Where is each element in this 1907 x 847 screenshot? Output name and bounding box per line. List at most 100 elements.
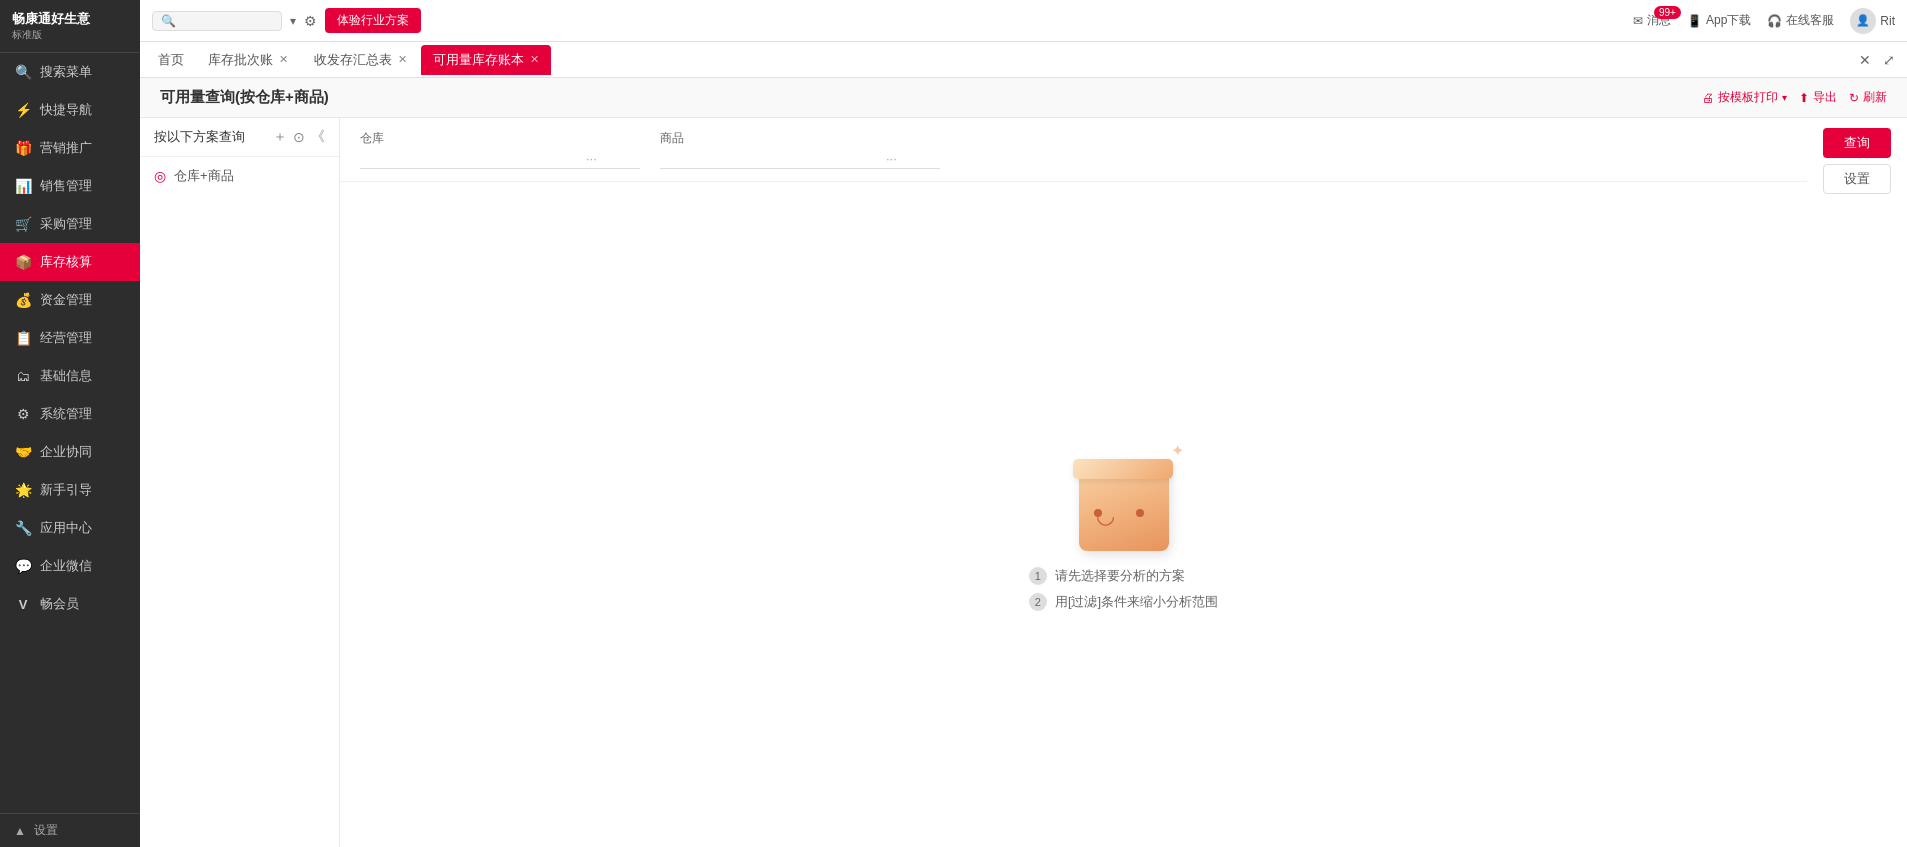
filter-item-warehouse-goods[interactable]: ◎ 仓库+商品	[140, 157, 339, 195]
search-icon: 🔍	[14, 64, 32, 80]
page-header: 可用量查询(按仓库+商品) 🖨 按模板打印 ▾ ⬆ 导出 ↻ 刷新	[140, 78, 1907, 118]
user-avatar: 👤	[1850, 8, 1876, 34]
print-chevron-icon: ▾	[1782, 92, 1787, 103]
box-lid	[1073, 459, 1173, 479]
warehouse-input-wrap: ···	[360, 151, 640, 169]
sidebar: 畅康通好生意 标准版 🔍 搜索菜单 ⚡ 快捷导航 🎁 营销推广 📊 销售管理 🛒…	[0, 0, 140, 847]
goods-label: 商品	[660, 130, 940, 147]
export-button[interactable]: ⬆ 导出	[1799, 89, 1837, 106]
goods-more-button[interactable]: ···	[886, 151, 897, 166]
topbar-dropdown-button[interactable]: ▾	[290, 14, 296, 28]
topbar-user[interactable]: 👤 Rit	[1850, 8, 1895, 34]
filter-panel-title: 按以下方案查询	[154, 128, 245, 146]
customer-service-label: 在线客服	[1786, 12, 1834, 29]
username-label: Rit	[1880, 14, 1895, 28]
sidebar-item-inventory[interactable]: 📦 库存核算	[0, 243, 140, 281]
tab-batch-ledger[interactable]: 库存批次账 ✕	[196, 45, 300, 75]
sidebar-item-label: 应用中心	[40, 519, 92, 537]
refresh-icon: ↻	[1849, 91, 1859, 105]
inventory-icon: 📦	[14, 254, 32, 270]
sidebar-expand-icon: ▲	[14, 824, 26, 838]
sidebar-item-guide[interactable]: 🌟 新手引导	[0, 471, 140, 509]
export-label: 导出	[1813, 89, 1837, 106]
sidebar-item-marketing[interactable]: 🎁 营销推广	[0, 129, 140, 167]
topbar-message[interactable]: ✉ 消息 99+	[1633, 12, 1671, 29]
tab-receipt-summary-close[interactable]: ✕	[398, 53, 407, 66]
hint-text-2: 用[过滤]条件来缩小分析范围	[1055, 593, 1218, 611]
hint-num-1: 1	[1029, 567, 1047, 585]
topbar-search-box[interactable]: 🔍	[152, 11, 282, 31]
sidebar-item-label: 企业微信	[40, 557, 92, 575]
sidebar-item-member[interactable]: V 畅会员	[0, 585, 140, 623]
query-buttons: 查询 设置	[1807, 118, 1907, 204]
tab-batch-ledger-close[interactable]: ✕	[279, 53, 288, 66]
filter-settings-button[interactable]: ⊙	[293, 129, 305, 145]
sidebar-item-system[interactable]: ⚙ 系统管理	[0, 395, 140, 433]
sidebar-item-sales[interactable]: 📊 销售管理	[0, 167, 140, 205]
tab-available-ledger[interactable]: 可用量库存账本 ✕	[421, 45, 551, 75]
topbar-industry-button[interactable]: 体验行业方案	[325, 8, 421, 33]
refresh-button[interactable]: ↻ 刷新	[1849, 89, 1887, 106]
empty-state: ◡ ✦ 1 请先选择要分析的方案 2 用[过滤]条件来缩小分析范围	[340, 204, 1907, 847]
enterprise-icon: 🤝	[14, 444, 32, 460]
sidebar-item-label: 系统管理	[40, 405, 92, 423]
filter-panel-actions: ＋ ⊙ 《	[273, 128, 325, 146]
sidebar-item-label: 快捷导航	[40, 101, 92, 119]
sidebar-item-wechat[interactable]: 💬 企业微信	[0, 547, 140, 585]
sidebar-item-finance[interactable]: 💰 资金管理	[0, 281, 140, 319]
print-label: 按模板打印	[1718, 89, 1778, 106]
sidebar-item-search[interactable]: 🔍 搜索菜单	[0, 53, 140, 91]
tabs-close-button[interactable]: ✕	[1855, 48, 1875, 72]
sidebar-item-app[interactable]: 🔧 应用中心	[0, 509, 140, 547]
sidebar-item-quick-nav[interactable]: ⚡ 快捷导航	[0, 91, 140, 129]
sidebar-item-basic[interactable]: 🗂 基础信息	[0, 357, 140, 395]
tab-available-ledger-label: 可用量库存账本	[433, 51, 524, 69]
hint-text-1: 请先选择要分析的方案	[1055, 567, 1185, 585]
topbar-search-input[interactable]	[180, 14, 270, 28]
sidebar-item-label: 畅会员	[40, 595, 79, 613]
empty-hints: 1 请先选择要分析的方案 2 用[过滤]条件来缩小分析范围	[1029, 567, 1218, 611]
filter-add-button[interactable]: ＋	[273, 128, 287, 146]
topbar-right: ✉ 消息 99+ 📱 App下载 🎧 在线客服 👤 Rit	[1633, 8, 1895, 34]
topbar-app-download[interactable]: 📱 App下载	[1687, 12, 1751, 29]
warehouse-more-button[interactable]: ···	[586, 151, 597, 166]
page-title: 可用量查询(按仓库+商品)	[160, 88, 329, 107]
sidebar-item-label: 基础信息	[40, 367, 92, 385]
sidebar-item-purchase[interactable]: 🛒 采购管理	[0, 205, 140, 243]
empty-hint-1: 1 请先选择要分析的方案	[1029, 567, 1218, 585]
tab-receipt-summary[interactable]: 收发存汇总表 ✕	[302, 45, 419, 75]
topbar-customer-service[interactable]: 🎧 在线客服	[1767, 12, 1834, 29]
member-icon: V	[14, 597, 32, 612]
content-area: 按以下方案查询 ＋ ⊙ 《 ◎ 仓库+商品 仓库	[140, 118, 1907, 847]
sidebar-item-enterprise[interactable]: 🤝 企业协同	[0, 433, 140, 471]
avatar-initials: 👤	[1856, 14, 1870, 27]
tab-home[interactable]: 首页	[148, 45, 194, 75]
query-button[interactable]: 查询	[1823, 128, 1891, 158]
tabs-maximize-button[interactable]: ⤢	[1879, 48, 1899, 72]
sidebar-item-operations[interactable]: 📋 经营管理	[0, 319, 140, 357]
sidebar-item-label: 销售管理	[40, 177, 92, 195]
sidebar-bottom[interactable]: ▲ 设置	[0, 813, 140, 847]
app-download-icon: 📱	[1687, 14, 1702, 28]
sidebar-nav: 🔍 搜索菜单 ⚡ 快捷导航 🎁 营销推广 📊 销售管理 🛒 采购管理 📦 库存核…	[0, 53, 140, 813]
goods-input-wrap: ···	[660, 151, 940, 169]
sidebar-item-label: 企业协同	[40, 443, 92, 461]
quick-nav-icon: ⚡	[14, 102, 32, 118]
decoration-dots: ✦	[1171, 441, 1184, 460]
filter-collapse-button[interactable]: 《	[311, 128, 325, 146]
sales-icon: 📊	[14, 178, 32, 194]
operations-icon: 📋	[14, 330, 32, 346]
filter-panel: 按以下方案查询 ＋ ⊙ 《 ◎ 仓库+商品	[140, 118, 340, 847]
tab-available-ledger-close[interactable]: ✕	[530, 53, 539, 66]
print-template-button[interactable]: 🖨 按模板打印 ▾	[1702, 89, 1787, 106]
tab-receipt-summary-label: 收发存汇总表	[314, 51, 392, 69]
warehouse-input[interactable]	[360, 151, 580, 166]
topbar-gear-button[interactable]: ⚙	[304, 13, 317, 29]
settings-button[interactable]: 设置	[1823, 164, 1891, 194]
page-header-actions: 🖨 按模板打印 ▾ ⬆ 导出 ↻ 刷新	[1702, 89, 1887, 106]
tabs-right-controls: ✕ ⤢	[1855, 48, 1899, 72]
filter-item-icon: ◎	[154, 168, 166, 184]
sidebar-item-label: 营销推广	[40, 139, 92, 157]
sidebar-item-label: 采购管理	[40, 215, 92, 233]
goods-input[interactable]	[660, 151, 880, 166]
